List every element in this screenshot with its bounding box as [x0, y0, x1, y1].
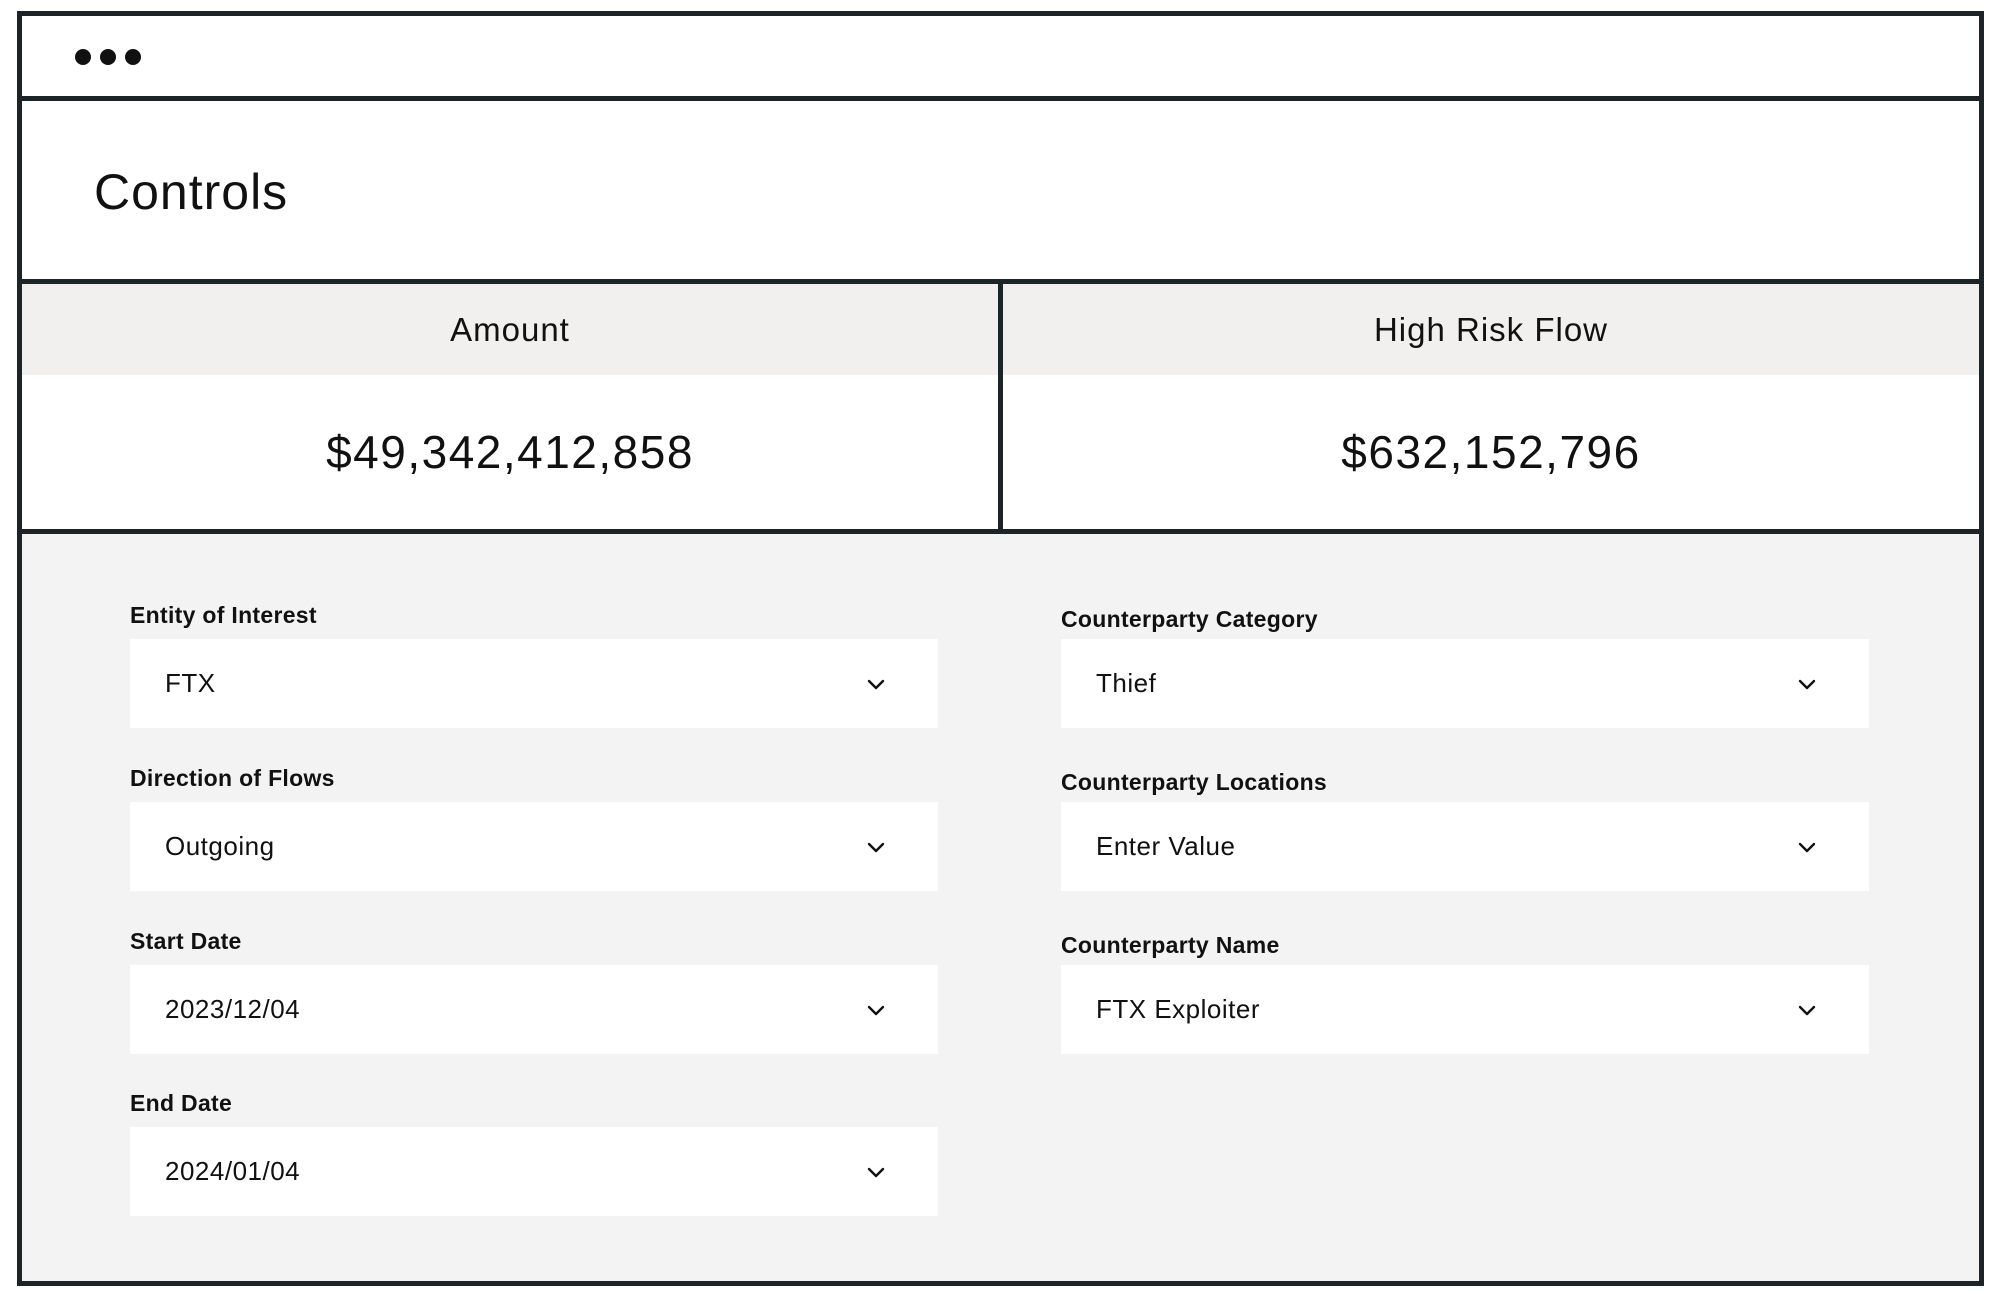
title-bar [22, 16, 1979, 101]
counterparty-category-label: Counterparty Category [1061, 606, 1318, 632]
dot-icon [100, 49, 116, 65]
start-date-value: 2023/12/04 [165, 994, 301, 1024]
chevron-down-icon [867, 1167, 885, 1177]
chevron-down-icon [867, 679, 885, 689]
end-date-field: End Date 2024/01/04 [130, 1083, 938, 1216]
counterparty-locations-value: Enter Value [1096, 831, 1236, 861]
counterparty-category-field: Counterparty Category Thief [1061, 599, 1869, 728]
chevron-down-icon [1798, 679, 1816, 689]
entity-of-interest-select[interactable]: FTX [130, 639, 938, 728]
entity-of-interest-value: FTX [165, 668, 216, 698]
counterparty-locations-field: Counterparty Locations Enter Value [1061, 762, 1869, 891]
direction-of-flows-value: Outgoing [165, 831, 275, 861]
stats-row: Amount $49,342,412,858 High Risk Flow $6… [22, 284, 1979, 534]
counterparty-locations-select[interactable]: Enter Value [1061, 802, 1869, 891]
start-date-select[interactable]: 2023/12/04 [130, 965, 938, 1054]
window-dots-icon[interactable] [75, 49, 141, 65]
counterparty-name-select[interactable]: FTX Exploiter [1061, 965, 1869, 1054]
chevron-down-icon [867, 1005, 885, 1015]
counterparty-category-value: Thief [1096, 668, 1157, 698]
amount-stat-card: Amount $49,342,412,858 [22, 284, 998, 529]
direction-of-flows-select[interactable]: Outgoing [130, 802, 938, 891]
counterparty-name-label: Counterparty Name [1061, 932, 1280, 958]
counterparty-locations-label: Counterparty Locations [1061, 769, 1328, 795]
end-date-select[interactable]: 2024/01/04 [130, 1127, 938, 1216]
high-risk-flow-stat-value: $632,152,796 [1341, 426, 1641, 478]
counterparty-name-value: FTX Exploiter [1096, 994, 1260, 1024]
direction-of-flows-field: Direction of Flows Outgoing [130, 758, 938, 891]
page-header: Controls [22, 101, 1979, 284]
end-date-value: 2024/01/04 [165, 1156, 301, 1186]
entity-of-interest-label: Entity of Interest [130, 602, 317, 628]
end-date-label: End Date [130, 1090, 233, 1116]
counterparty-category-select[interactable]: Thief [1061, 639, 1869, 728]
start-date-field: Start Date 2023/12/04 [130, 921, 938, 1054]
amount-stat-value: $49,342,412,858 [326, 426, 694, 478]
high-risk-flow-stat-label: High Risk Flow [1003, 284, 1979, 375]
chevron-down-icon [1798, 1005, 1816, 1015]
chevron-down-icon [867, 842, 885, 852]
controls-panel: Entity of Interest FTX Direction of Flow… [22, 534, 1979, 1281]
page-title: Controls [94, 164, 289, 220]
dot-icon [75, 49, 91, 65]
amount-stat-label: Amount [22, 284, 998, 375]
dot-icon [125, 49, 141, 65]
direction-of-flows-label: Direction of Flows [130, 765, 335, 791]
entity-of-interest-field: Entity of Interest FTX [130, 595, 938, 728]
high-risk-flow-stat-card: High Risk Flow $632,152,796 [998, 284, 1979, 529]
chevron-down-icon [1798, 842, 1816, 852]
start-date-label: Start Date [130, 928, 242, 954]
counterparty-name-field: Counterparty Name FTX Exploiter [1061, 925, 1869, 1054]
app-window: Controls Amount $49,342,412,858 High Ris… [17, 11, 1984, 1286]
